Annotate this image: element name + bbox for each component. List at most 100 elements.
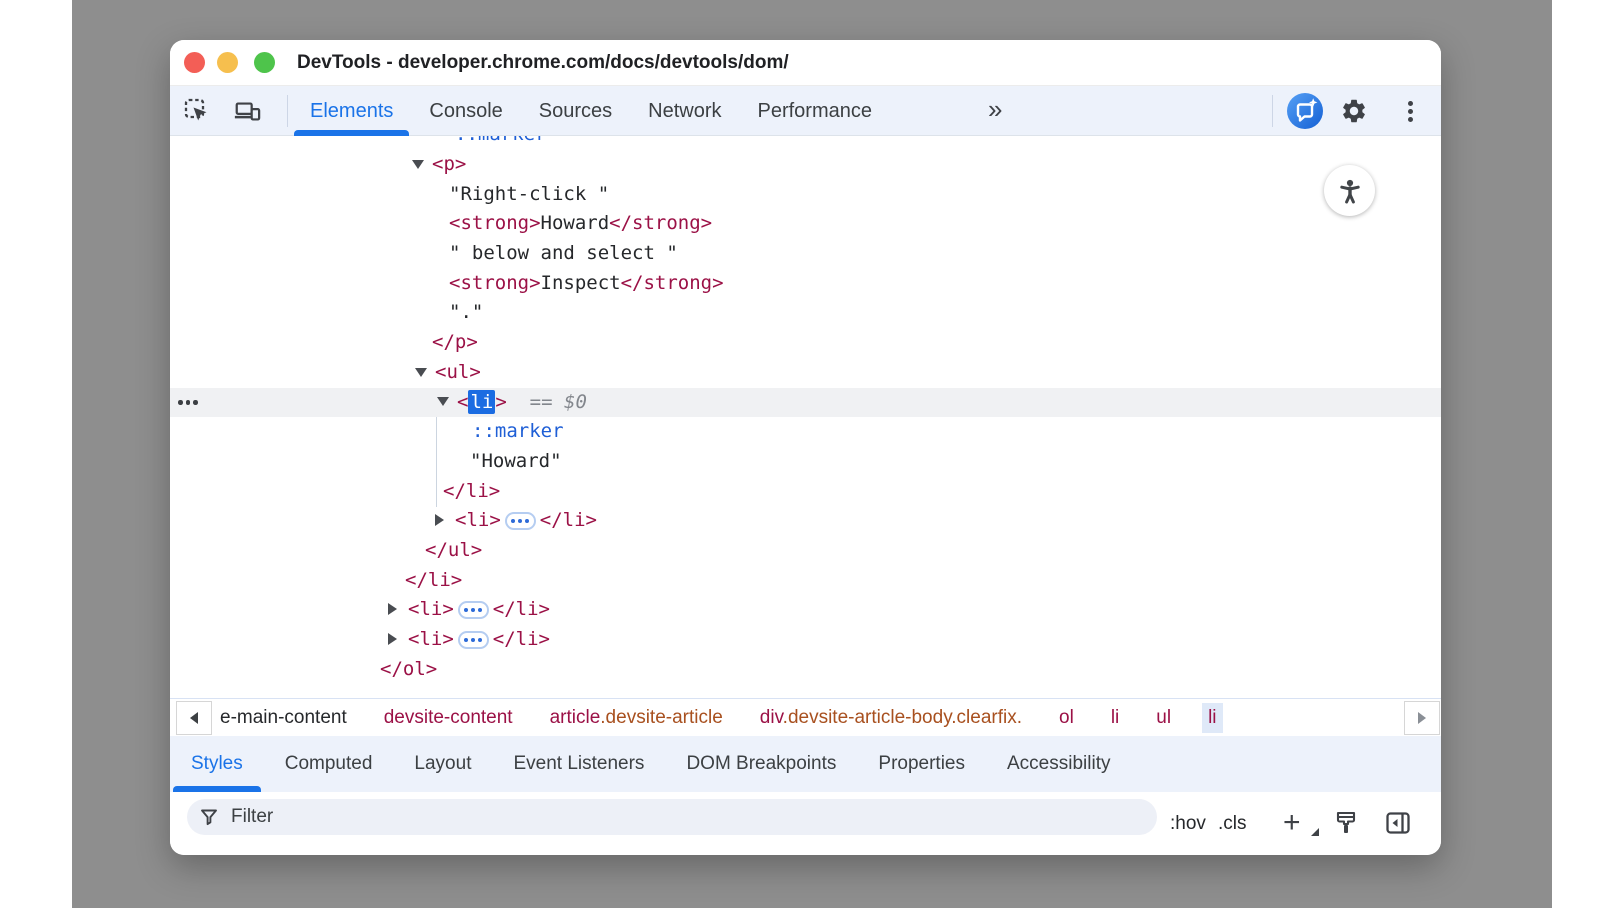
breadcrumb-item[interactable]: ul	[1150, 703, 1177, 733]
filter-input[interactable]	[229, 805, 1145, 829]
hidden-children-ellipsis-icon[interactable]	[458, 601, 489, 619]
tab-performance[interactable]: Performance	[740, 86, 891, 136]
dom-node-code: </li>	[405, 566, 462, 596]
dom-tree-row[interactable]: <p>	[170, 150, 1441, 180]
code-token: ==	[507, 391, 564, 413]
tab-layout[interactable]: Layout	[393, 736, 492, 792]
toggle-element-state-button[interactable]: :hov	[1170, 792, 1206, 855]
toggle-sidebar-icon[interactable]	[1384, 809, 1412, 842]
expand-arrow-icon[interactable]	[388, 603, 397, 615]
expand-arrow-icon[interactable]	[435, 514, 444, 526]
dom-node-code: <ul>	[435, 358, 481, 388]
dom-tree-row[interactable]: </li>	[170, 566, 1441, 596]
clipped-marker-node[interactable]: ::marker	[455, 136, 547, 149]
dom-tree-row[interactable]: "Howard"	[170, 447, 1441, 477]
breadcrumb-scroll-left-button[interactable]	[176, 701, 212, 735]
settings-gear-icon[interactable]	[1340, 97, 1368, 125]
code-token: </ul>	[425, 539, 482, 561]
tab-computed[interactable]: Computed	[264, 736, 394, 792]
collapse-arrow-icon[interactable]	[437, 397, 449, 406]
dom-node-code: " below and select "	[449, 239, 678, 269]
dom-tree-row[interactable]: <strong>Inspect</strong>	[170, 269, 1441, 299]
dom-tree-row[interactable]: "."	[170, 298, 1441, 328]
dom-tree-row[interactable]: </ol>	[170, 655, 1441, 685]
dom-tree-row[interactable]: </p>	[170, 328, 1441, 358]
tab-network[interactable]: Network	[630, 86, 739, 136]
inspect-element-icon[interactable]	[183, 97, 211, 125]
close-button[interactable]	[184, 52, 205, 73]
tab-console[interactable]: Console	[411, 86, 520, 136]
dom-node-code: <li></li>	[408, 595, 550, 625]
style-filter-field[interactable]	[187, 799, 1157, 835]
more-options-icon[interactable]	[1402, 97, 1418, 125]
row-more-actions-dots[interactable]	[178, 400, 198, 405]
dom-tree-row[interactable]: </ul>	[170, 536, 1441, 566]
breadcrumb-item[interactable]: e-main-content	[214, 703, 353, 733]
tab-event-listeners[interactable]: Event Listeners	[492, 736, 665, 792]
dom-tree-row[interactable]: <ul>	[170, 358, 1441, 388]
new-style-rule-button[interactable]: +	[1283, 804, 1313, 842]
element-classes-button[interactable]: .cls	[1218, 792, 1247, 855]
breadcrumb-item[interactable]: ol	[1053, 703, 1080, 733]
dom-tree-row[interactable]: <li></li>	[170, 506, 1441, 536]
accessibility-overlay-button[interactable]	[1324, 165, 1375, 216]
dom-tree-row[interactable]: "Right-click "	[170, 180, 1441, 210]
code-token: </strong>	[621, 272, 724, 294]
breadcrumb-item[interactable]: li	[1105, 703, 1125, 733]
tab-styles[interactable]: Styles	[170, 736, 264, 792]
devtools-toolbar: ElementsConsoleSourcesNetworkPerformance…	[170, 86, 1441, 136]
panel-tab-strip: ElementsConsoleSourcesNetworkPerformance	[292, 86, 890, 136]
hidden-children-ellipsis-icon[interactable]	[458, 631, 489, 649]
code-token: >	[495, 391, 506, 413]
zoom-button[interactable]	[254, 52, 275, 73]
expand-arrow-icon[interactable]	[388, 633, 397, 645]
dom-tree-row[interactable]: ::marker	[170, 417, 1441, 447]
code-token: article	[550, 707, 601, 728]
dom-node-code: <strong>Inspect</strong>	[449, 269, 724, 299]
filter-funnel-icon	[199, 807, 219, 827]
tab-elements[interactable]: Elements	[292, 86, 411, 136]
dom-tree-row[interactable]: </li>	[170, 477, 1441, 507]
dom-tree-row[interactable]: <li></li>	[170, 625, 1441, 655]
left-arrow-icon	[190, 712, 198, 724]
breadcrumb-item[interactable]: article.devsite-article	[544, 703, 729, 733]
dom-node-code: </ol>	[380, 655, 437, 685]
collapse-arrow-icon[interactable]	[415, 368, 427, 377]
code-token: Inspect	[541, 272, 621, 294]
hidden-children-ellipsis-icon[interactable]	[505, 512, 536, 530]
code-token: ::marker	[472, 420, 564, 442]
code-token: Howard	[541, 212, 610, 234]
tab-properties[interactable]: Properties	[857, 736, 986, 792]
breadcrumb-item[interactable]: li	[1202, 703, 1222, 733]
breadcrumb-scroll-right-button[interactable]	[1404, 701, 1440, 735]
code-token: div	[760, 707, 783, 728]
dom-tree-row[interactable]: " below and select "	[170, 239, 1441, 269]
toolbar-divider	[287, 95, 288, 127]
dom-node-code: "Right-click "	[449, 180, 609, 210]
collapse-arrow-icon[interactable]	[412, 160, 424, 169]
plus-icon: +	[1283, 806, 1301, 839]
tree-indent-guide	[436, 417, 437, 507]
more-tabs-icon[interactable]: »	[988, 86, 1002, 136]
breadcrumb-item[interactable]: div.devsite-article-body.clearfix.	[754, 703, 1028, 733]
devtools-window: DevTools - developer.chrome.com/docs/dev…	[170, 40, 1441, 855]
dom-tree-row[interactable]: <strong>Howard</strong>	[170, 209, 1441, 239]
brush-icon[interactable]	[1332, 809, 1360, 842]
device-toolbar-icon[interactable]	[233, 97, 261, 125]
code-token: <li>	[455, 509, 501, 531]
dom-tree-row[interactable]: <li> == $0	[170, 388, 1441, 418]
dom-tree-row[interactable]: <li></li>	[170, 595, 1441, 625]
dom-node-code: </ul>	[425, 536, 482, 566]
dom-node-code: <li> == $0	[457, 388, 587, 418]
tab-sources[interactable]: Sources	[521, 86, 630, 136]
ai-assistance-icon[interactable]	[1287, 93, 1323, 129]
minimize-button[interactable]	[217, 52, 238, 73]
dom-node-code: </p>	[432, 328, 478, 358]
code-token: "Howard"	[470, 450, 562, 472]
code-token: "."	[449, 301, 483, 323]
code-token: <p>	[432, 153, 466, 175]
breadcrumb-bar: e-main-content devsite-content article.dev…	[170, 698, 1441, 736]
tab-accessibility[interactable]: Accessibility	[986, 736, 1131, 792]
breadcrumb-item[interactable]: devsite-content	[378, 703, 519, 733]
tab-dom-breakpoints[interactable]: DOM Breakpoints	[665, 736, 857, 792]
